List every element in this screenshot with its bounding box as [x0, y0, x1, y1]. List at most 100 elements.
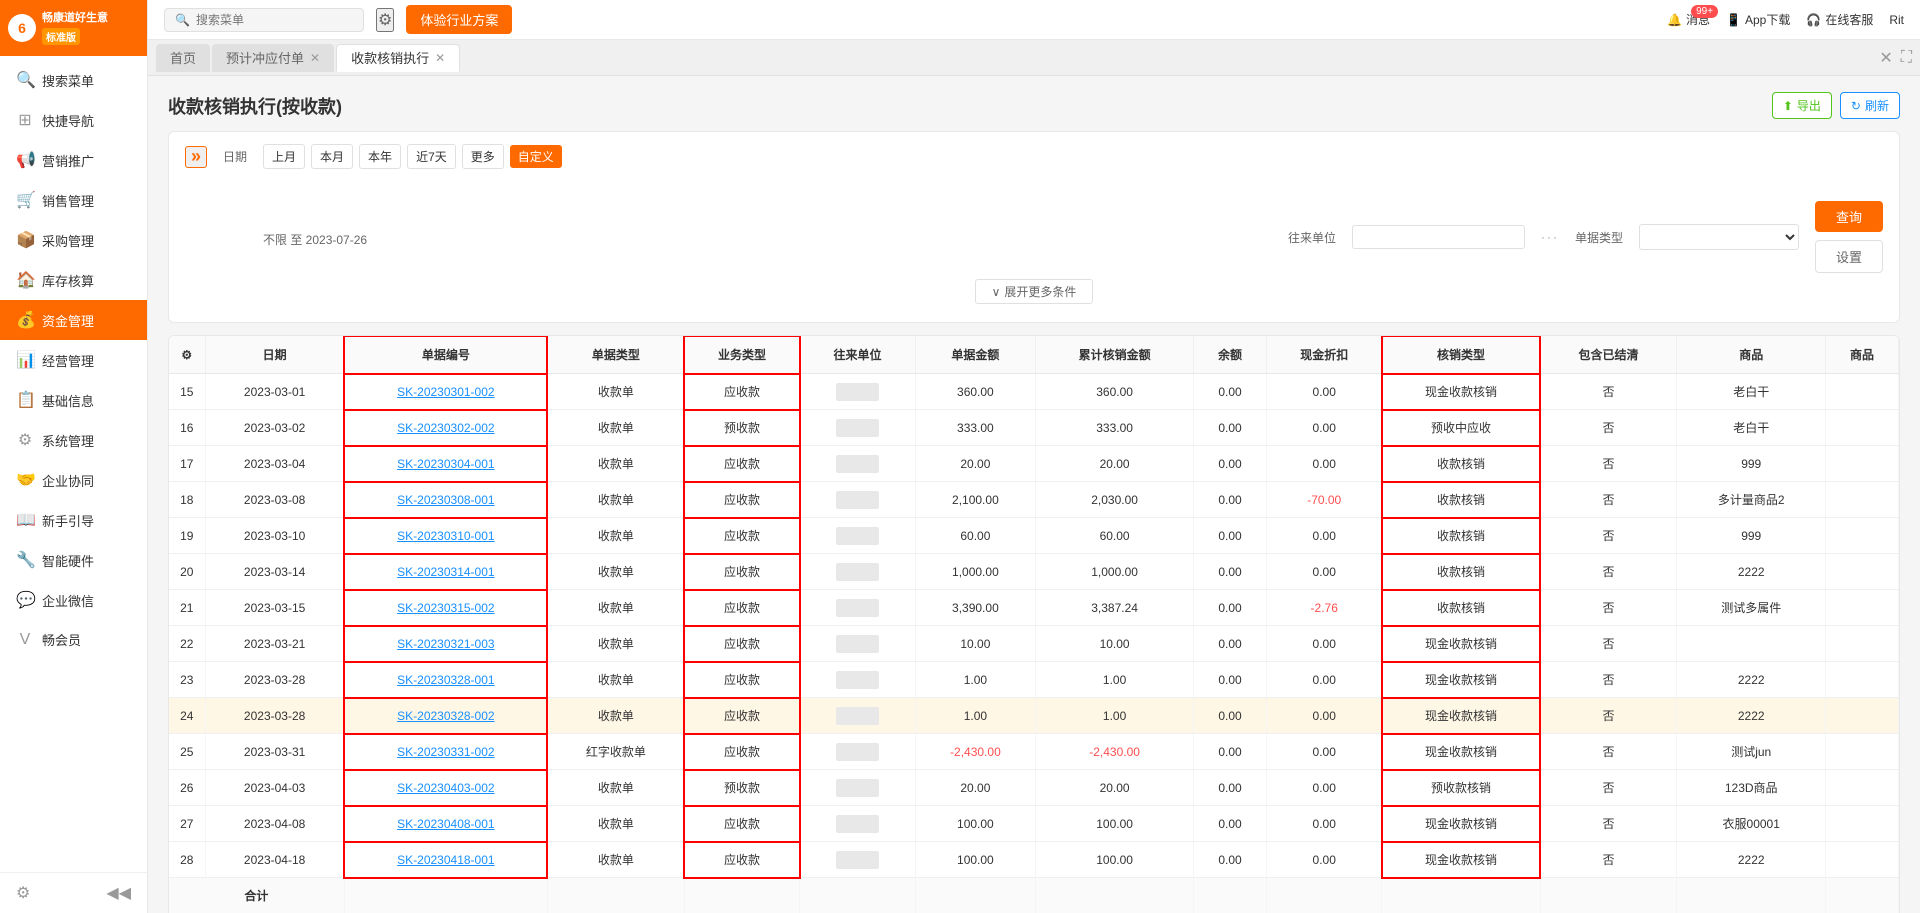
doc-no-link[interactable]: SK-20230304-001 — [397, 457, 494, 471]
tab-prepay[interactable]: 预计冲应付单 ✕ — [212, 44, 334, 72]
date-more[interactable]: 更多 — [462, 144, 504, 169]
sidebar-item-system[interactable]: ⚙ 系统管理 — [0, 420, 147, 460]
doc-no-link[interactable]: SK-20230308-001 — [397, 493, 494, 507]
sidebar-item-member[interactable]: V 畅会员 — [0, 620, 147, 659]
chevron-down-icon: ∨ — [992, 285, 1001, 299]
filter-collapse-button[interactable]: » — [185, 146, 207, 168]
cell-id: 19 — [169, 518, 205, 554]
date-this-month[interactable]: 本月 — [311, 144, 353, 169]
topbar-search-box[interactable]: 🔍 — [164, 8, 364, 32]
sidebar-item-collab[interactable]: 🤝 企业协同 — [0, 460, 147, 500]
date-7-days[interactable]: 近7天 — [407, 144, 456, 169]
tab-home[interactable]: 首页 — [156, 44, 210, 72]
sidebar-item-marketing[interactable]: 📢 营销推广 — [0, 140, 147, 180]
date-custom-button[interactable]: 自定义 — [510, 145, 562, 168]
sidebar-item-purchase[interactable]: 📦 采购管理 — [0, 220, 147, 260]
sidebar-item-guide[interactable]: 📖 新手引导 — [0, 500, 147, 540]
doc-no-link[interactable]: SK-20230314-001 — [397, 565, 494, 579]
cell-doc-no: SK-20230315-002 — [344, 590, 547, 626]
th-settings[interactable]: ⚙ — [169, 336, 205, 374]
doc-no-link[interactable]: SK-20230418-001 — [397, 853, 494, 867]
filter-settings-button[interactable]: 设置 — [1815, 240, 1883, 273]
online-service-button[interactable]: 🎧 在线客服 — [1806, 11, 1873, 28]
solution-button[interactable]: 体验行业方案 — [406, 5, 512, 34]
doc-no-link[interactable]: SK-20230328-001 — [397, 673, 494, 687]
cell-biz-type: 应收款 — [684, 662, 799, 698]
doc-no-link[interactable]: SK-20230321-003 — [397, 637, 494, 651]
user-info[interactable]: Rit — [1889, 13, 1904, 27]
total-party — [800, 878, 915, 913]
total-cancel-type — [1382, 878, 1540, 913]
headset-icon: 🎧 — [1806, 13, 1821, 27]
th-doc-type[interactable]: 单据类型 — [547, 336, 684, 374]
doc-no-link[interactable]: SK-20230408-001 — [397, 817, 494, 831]
th-goods2[interactable]: 商品 — [1826, 336, 1899, 374]
cell-party — [800, 626, 915, 662]
date-last-month[interactable]: 上月 — [263, 144, 305, 169]
sidebar-item-quicknav[interactable]: ⊞ 快捷导航 — [0, 100, 147, 140]
th-goods1[interactable]: 商品 — [1677, 336, 1826, 374]
total-cash-discount — [1266, 878, 1381, 913]
cell-included: 否 — [1540, 482, 1677, 518]
query-button[interactable]: 查询 — [1815, 201, 1883, 232]
tab-close-all-button[interactable]: ✕ — [1879, 48, 1892, 68]
column-settings-icon[interactable]: ⚙ — [181, 348, 192, 362]
th-biz-type[interactable]: 业务类型 — [684, 336, 799, 374]
cell-id: 21 — [169, 590, 205, 626]
sidebar-item-basic[interactable]: 📋 基础信息 — [0, 380, 147, 420]
tab-collection-close[interactable]: ✕ — [435, 51, 445, 65]
sidebar-item-wechat[interactable]: 💬 企业微信 — [0, 580, 147, 620]
cell-included: 否 — [1540, 410, 1677, 446]
sidebar-item-ops[interactable]: 📊 经营管理 — [0, 340, 147, 380]
cell-doc-no: SK-20230328-001 — [344, 662, 547, 698]
export-button[interactable]: ⬆ 导出 — [1772, 92, 1832, 119]
cell-doc-no: SK-20230310-001 — [344, 518, 547, 554]
th-doc-no[interactable]: 单据编号 — [344, 336, 547, 374]
th-date[interactable]: 日期 — [205, 336, 344, 374]
expand-button[interactable]: ∨ 展开更多条件 — [975, 279, 1094, 304]
doc-no-link[interactable]: SK-20230301-002 — [397, 385, 494, 399]
date-this-year[interactable]: 本年 — [359, 144, 401, 169]
th-balance[interactable]: 余额 — [1194, 336, 1267, 374]
cell-goods2 — [1826, 842, 1899, 878]
tab-maximize-button[interactable]: ⛶ — [1901, 48, 1912, 68]
doc-no-link[interactable]: SK-20230302-002 — [397, 421, 494, 435]
cell-cash-discount: 0.00 — [1266, 554, 1381, 590]
box-icon: 📦 — [16, 230, 34, 250]
th-amount[interactable]: 单据金额 — [915, 336, 1035, 374]
cell-goods2 — [1826, 734, 1899, 770]
cell-included: 否 — [1540, 698, 1677, 734]
th-cancel-type[interactable]: 核销类型 — [1382, 336, 1540, 374]
topbar-search-input[interactable] — [196, 13, 336, 27]
tab-collection[interactable]: 收款核销执行 ✕ — [336, 44, 460, 72]
doc-no-link[interactable]: SK-20230403-002 — [397, 781, 494, 795]
sidebar-item-search[interactable]: 🔍 搜索菜单 — [0, 60, 147, 100]
settings-bottom-icon[interactable]: ⚙ — [16, 883, 30, 903]
th-cash-discount[interactable]: 现金折扣 — [1266, 336, 1381, 374]
app-download-button[interactable]: 📱 App下载 — [1726, 11, 1790, 28]
doc-no-link[interactable]: SK-20230310-001 — [397, 529, 494, 543]
wechat-icon: 💬 — [16, 590, 34, 610]
topbar-gear-button[interactable]: ⚙ — [376, 8, 394, 32]
tab-prepay-close[interactable]: ✕ — [310, 51, 320, 65]
cell-doc-no: SK-20230308-001 — [344, 482, 547, 518]
messages-button[interactable]: 🔔 消息 99+ — [1667, 11, 1710, 28]
sidebar-item-finance[interactable]: 💰 资金管理 — [0, 300, 147, 340]
topbar-search-icon: 🔍 — [175, 13, 190, 27]
doc-no-link[interactable]: SK-20230328-002 — [397, 709, 494, 723]
th-included[interactable]: 包含已结清 — [1540, 336, 1677, 374]
sidebar-item-inventory[interactable]: 🏠 库存核算 — [0, 260, 147, 300]
doc-no-link[interactable]: SK-20230315-002 — [397, 601, 494, 615]
refresh-button[interactable]: ↻ 刷新 — [1840, 92, 1900, 119]
doc-type-filter-select[interactable] — [1639, 224, 1799, 250]
party-filter-input[interactable] — [1352, 225, 1525, 249]
th-cum-amount[interactable]: 累计核销金额 — [1036, 336, 1194, 374]
topbar: 🔍 ⚙ 体验行业方案 🔔 消息 99+ 📱 App下载 🎧 在线客服 Rit — [148, 0, 1920, 40]
collapse-icon[interactable]: ◀◀ — [106, 883, 131, 903]
sidebar-item-hardware[interactable]: 🔧 智能硬件 — [0, 540, 147, 580]
th-party[interactable]: 往来单位 — [800, 336, 915, 374]
cell-cash-discount: -70.00 — [1266, 482, 1381, 518]
sidebar-item-sales[interactable]: 🛒 销售管理 — [0, 180, 147, 220]
doc-no-link[interactable]: SK-20230331-002 — [397, 745, 494, 759]
cell-goods2 — [1826, 806, 1899, 842]
